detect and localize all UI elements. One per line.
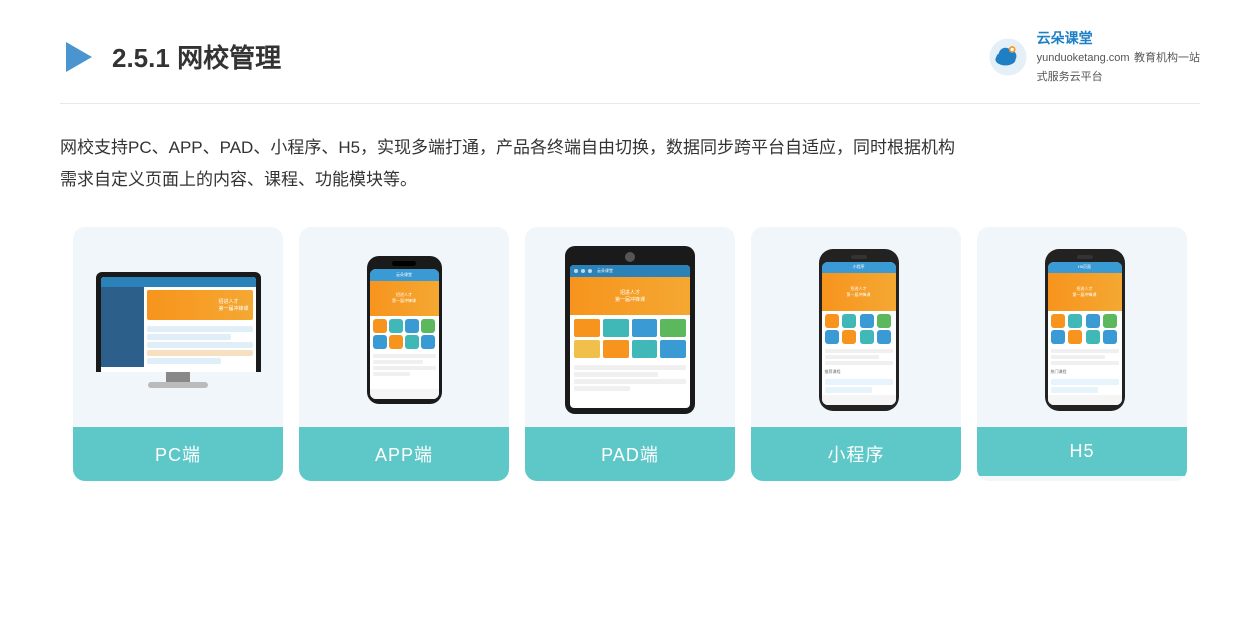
- page-container: 2.5.1 网校管理 云朵课堂 yunduoketang.com 教育机构一站: [0, 0, 1260, 630]
- pc-monitor-mockup: 招进人才第一届冲锋课: [96, 272, 261, 388]
- card-miniprogram-label: 小程序: [751, 427, 961, 481]
- card-pc-image: 招进人才第一届冲锋课: [73, 227, 283, 427]
- miniprogram-phone-mockup: 小程序 招进人才第一届冲锋课: [819, 249, 894, 411]
- h5-phone-mockup: H5页面 招进人才第一届冲锋课: [1045, 249, 1120, 411]
- logo-cloud-icon: [987, 36, 1029, 78]
- card-app: 云朵课堂 招进人才第一届冲锋课: [299, 227, 509, 481]
- card-app-image: 云朵课堂 招进人才第一届冲锋课: [299, 227, 509, 427]
- header-left: 2.5.1 网校管理: [60, 38, 281, 76]
- card-miniprogram: 小程序 招进人才第一届冲锋课: [751, 227, 961, 481]
- app-phone-mockup: 云朵课堂 招进人才第一届冲锋课: [367, 256, 442, 404]
- card-pad-label: PAD端: [525, 427, 735, 481]
- header: 2.5.1 网校管理 云朵课堂 yunduoketang.com 教育机构一站: [60, 0, 1200, 104]
- card-h5-image: H5页面 招进人才第一届冲锋课: [977, 227, 1187, 427]
- card-pc-label: PC端: [73, 427, 283, 481]
- page-title: 2.5.1 网校管理: [112, 38, 281, 75]
- logo-url: yunduoketang.com: [1037, 52, 1130, 64]
- card-h5: H5页面 招进人才第一届冲锋课: [977, 227, 1187, 481]
- platform-cards: 招进人才第一届冲锋课: [60, 227, 1200, 481]
- card-pc: 招进人才第一届冲锋课: [73, 227, 283, 481]
- logo-text-block: 云朵课堂 yunduoketang.com 教育机构一站 式服务云平台: [1037, 28, 1200, 85]
- card-miniprogram-image: 小程序 招进人才第一届冲锋课: [751, 227, 961, 427]
- card-pad: 云朵课堂 招进人才第一届冲锋课: [525, 227, 735, 481]
- section-icon: [60, 38, 98, 76]
- description-block: 网校支持PC、APP、PAD、小程序、H5，实现多端打通，产品各终端自由切换，数…: [60, 104, 1200, 217]
- card-app-label: APP端: [299, 427, 509, 481]
- brand-logo: 云朵课堂 yunduoketang.com 教育机构一站 式服务云平台: [987, 28, 1200, 85]
- card-h5-label: H5: [977, 427, 1187, 476]
- card-pad-image: 云朵课堂 招进人才第一届冲锋课: [525, 227, 735, 427]
- description-line2: 需求自定义页面上的内容、课程、功能模块等。: [60, 164, 1200, 196]
- pad-tablet-mockup: 云朵课堂 招进人才第一届冲锋课: [565, 246, 695, 414]
- description-line1: 网校支持PC、APP、PAD、小程序、H5，实现多端打通，产品各终端自由切换，数…: [60, 132, 1200, 164]
